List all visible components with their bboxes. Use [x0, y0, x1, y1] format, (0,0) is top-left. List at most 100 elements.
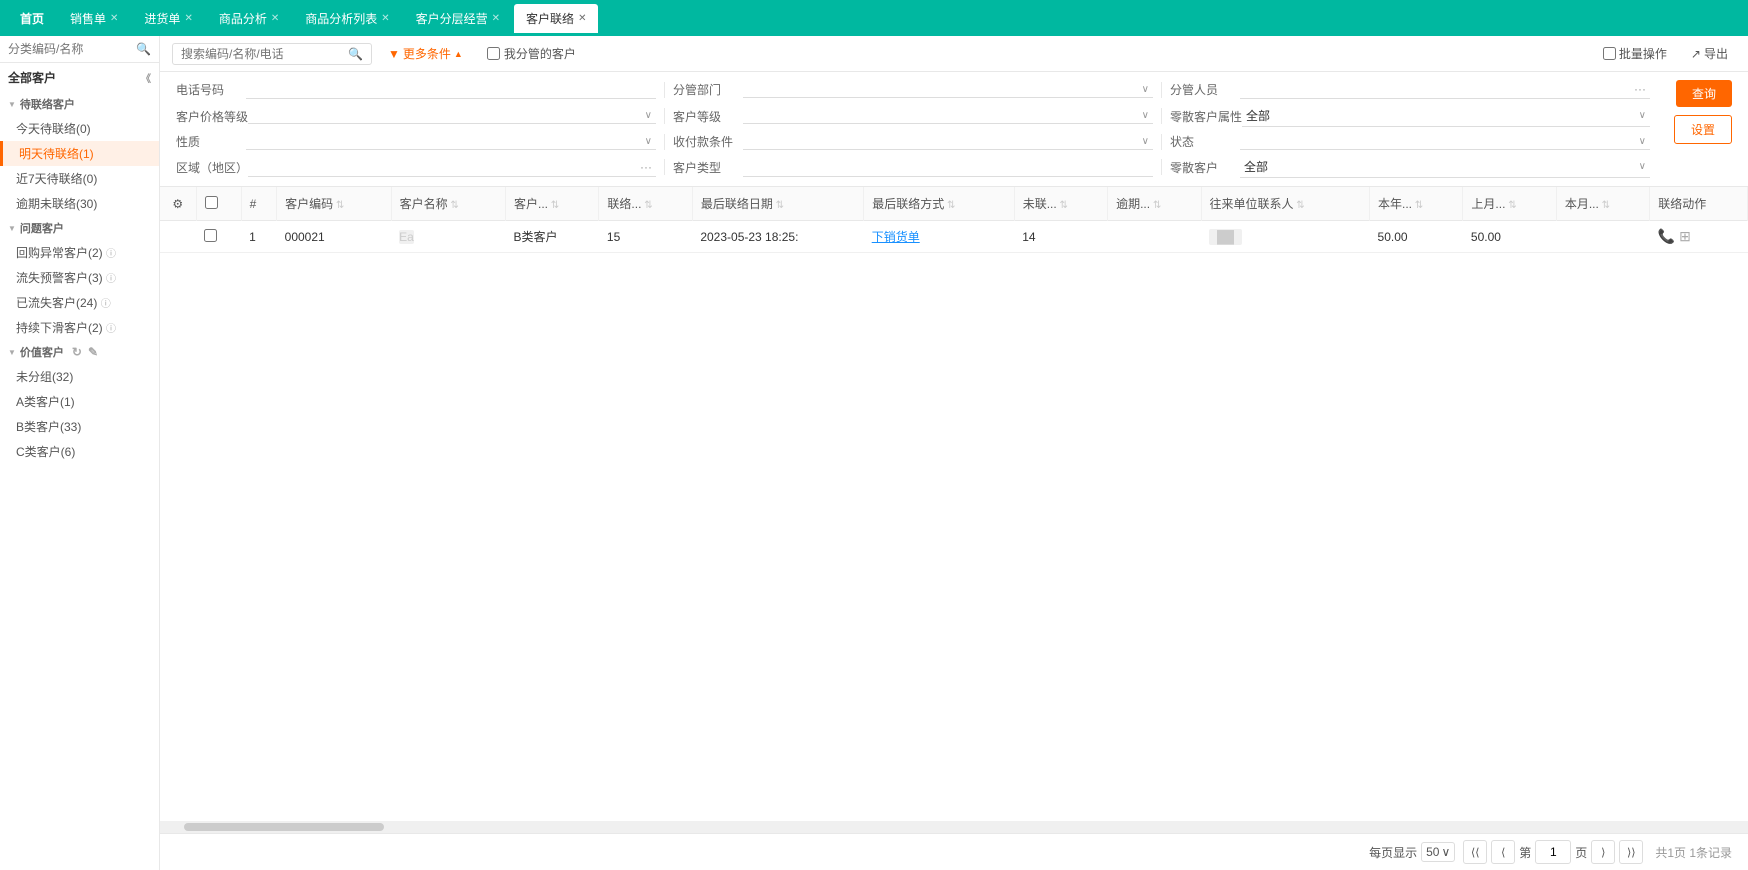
search-input[interactable] — [181, 47, 344, 61]
th-not-contacted[interactable]: 未联... — [1014, 187, 1107, 221]
th-overdue[interactable]: 逾期... — [1108, 187, 1201, 221]
sidebar-item-7days[interactable]: 近7天待联络(0) — [0, 166, 159, 191]
sidebar-search-input[interactable] — [8, 42, 132, 56]
scroll-thumb[interactable] — [184, 823, 384, 831]
close-icon[interactable]: ✕ — [492, 13, 500, 24]
group-problem-customers[interactable]: 问题客户 — [0, 216, 159, 240]
sidebar-item-overdue[interactable]: 逾期未联络(30) — [0, 191, 159, 216]
filter-row-1: 电话号码 分管部门 ∨ 分管人员 ·· — [176, 80, 1650, 99]
status-select[interactable]: ∨ — [1240, 134, 1650, 150]
nav-customer-layered[interactable]: 客户分层经营 ✕ — [404, 4, 512, 33]
payment-select[interactable]: ∨ — [743, 134, 1153, 150]
customer-type-input[interactable] — [743, 158, 1153, 177]
phone-input[interactable] — [246, 80, 656, 99]
my-customers-label: 我分管的客户 — [504, 45, 576, 62]
edit-icon[interactable]: ✎ — [88, 345, 98, 359]
close-icon[interactable]: ✕ — [381, 13, 389, 24]
search-icon[interactable]: 🔍 — [348, 47, 363, 61]
region-dots-btn[interactable]: ··· — [248, 158, 656, 177]
prev-page-btn[interactable]: ⟨ — [1491, 840, 1515, 864]
retail-customer-select[interactable]: 全部 ∨ — [1240, 156, 1650, 178]
pagination: ⟨⟨ ⟨ 第 页 ⟩ ⟩⟩ 共1页 1条记录 — [1463, 840, 1732, 864]
td-overdue — [1108, 221, 1201, 253]
my-customers-check[interactable]: 我分管的客户 — [487, 45, 576, 62]
nav-product-analysis-list[interactable]: 商品分析列表 ✕ — [293, 4, 401, 33]
td-not-contacted: 14 — [1014, 221, 1107, 253]
last-page-btn[interactable]: ⟩⟩ — [1619, 840, 1643, 864]
td-last-month: 50.00 — [1463, 221, 1556, 253]
retail-attr-value: 全部 — [1246, 107, 1270, 124]
chevron-down-icon: ∨ — [645, 136, 652, 147]
advanced-filter-panel: 电话号码 分管部门 ∨ 分管人员 ·· — [160, 72, 1748, 187]
export-icon: ↗ — [1691, 47, 1701, 61]
person-dots-btn[interactable]: ··· — [1240, 80, 1650, 99]
sidebar-item-tomorrow[interactable]: 明天待联络(1) — [0, 141, 159, 166]
sidebar-item-ungrouped[interactable]: 未分组(32) — [0, 364, 159, 389]
grid-action-icon[interactable]: ⊞ — [1679, 228, 1691, 245]
page-number-input[interactable] — [1535, 840, 1571, 864]
sidebar-item-abnormal-repurchase[interactable]: 回购异常客户(2) ⓘ — [0, 240, 159, 265]
th-this-month[interactable]: 本月... — [1556, 187, 1649, 221]
td-last-contact-method[interactable]: 下销货单 — [864, 221, 1014, 253]
dept-select[interactable]: ∨ — [743, 82, 1153, 98]
my-customers-checkbox[interactable] — [487, 47, 500, 60]
sidebar-item-class-b[interactable]: B类客户(33) — [0, 414, 159, 439]
nav-sales-order[interactable]: 销售单 ✕ — [58, 4, 130, 33]
group-pending-contact[interactable]: 待联络客户 — [0, 92, 159, 116]
select-all-checkbox[interactable] — [205, 196, 218, 209]
all-customers-header[interactable]: 全部客户 《 — [0, 63, 159, 92]
td-settings — [160, 221, 196, 253]
th-contacts[interactable]: 联络... — [599, 187, 692, 221]
th-settings[interactable]: ⚙ — [160, 187, 196, 221]
table-row: 1 000021 Ea B类客户 15 2023-05-23 18:25: 下销… — [160, 221, 1748, 253]
sidebar-item-class-c[interactable]: C类客户(6) — [0, 439, 159, 464]
chevron-down-icon: ∨ — [1639, 161, 1646, 172]
more-conditions-btn[interactable]: ▼ 更多条件 ▲ — [380, 42, 471, 65]
horizontal-scrollbar[interactable] — [160, 821, 1748, 833]
filter-field-price-level: 客户价格等级 ∨ — [176, 108, 656, 125]
th-customer-code[interactable]: 客户编码 — [277, 187, 391, 221]
th-customer-name[interactable]: 客户名称 — [391, 187, 505, 221]
sidebar-item-churn-warning[interactable]: 流失预警客户(3) ⓘ — [0, 265, 159, 290]
nav-home[interactable]: 首页 — [8, 4, 56, 33]
settings-button[interactable]: 设置 — [1674, 115, 1732, 144]
batch-checkbox[interactable] — [1603, 47, 1616, 60]
refresh-icon[interactable]: ↻ — [72, 345, 82, 359]
call-action-icon[interactable]: 📞 — [1658, 228, 1675, 245]
nature-select[interactable]: ∨ — [246, 134, 656, 150]
sidebar-item-churned[interactable]: 已流失客户(24) ⓘ — [0, 290, 159, 315]
group-value-customers[interactable]: 价值客户 ↻ ✎ — [0, 340, 159, 364]
th-customer-type[interactable]: 客户... — [506, 187, 599, 221]
td-last-contact-date: 2023-05-23 18:25: — [692, 221, 863, 253]
content-area: 🔍 ▼ 更多条件 ▲ 我分管的客户 批量操作 ↗ 导出 — [160, 36, 1748, 870]
retail-attr-select[interactable]: 全部 ∨ — [1242, 105, 1650, 127]
export-btn[interactable]: ↗ 导出 — [1683, 42, 1736, 65]
close-icon[interactable]: ✕ — [578, 13, 586, 24]
th-last-contact-method[interactable]: 最后联络方式 — [864, 187, 1014, 221]
nav-purchase-order[interactable]: 进货单 ✕ — [132, 4, 204, 33]
next-page-btn[interactable]: ⟩ — [1591, 840, 1615, 864]
sidebar-item-today[interactable]: 今天待联络(0) — [0, 116, 159, 141]
sidebar-item-declining[interactable]: 持续下滑客户(2) ⓘ — [0, 315, 159, 340]
last-contact-method-link[interactable]: 下销货单 — [872, 230, 920, 244]
query-button[interactable]: 查询 — [1676, 80, 1732, 107]
nav-customer-contact[interactable]: 客户联络 ✕ — [514, 4, 598, 33]
row-checkbox[interactable] — [204, 229, 217, 242]
th-last-contact-date[interactable]: 最后联络日期 — [692, 187, 863, 221]
th-last-month[interactable]: 上月... — [1463, 187, 1556, 221]
filter-field-customer-type: 客户类型 — [673, 158, 1153, 177]
first-page-btn[interactable]: ⟨⟨ — [1463, 840, 1487, 864]
per-page-select[interactable]: 50 ∨ — [1421, 842, 1455, 862]
sidebar-item-class-a[interactable]: A类客户(1) — [0, 389, 159, 414]
th-contacts-person[interactable]: 往来单位联系人 — [1201, 187, 1370, 221]
close-icon[interactable]: ✕ — [110, 13, 118, 24]
nav-product-analysis[interactable]: 商品分析 ✕ — [207, 4, 291, 33]
th-this-year[interactable]: 本年... — [1370, 187, 1463, 221]
close-icon[interactable]: ✕ — [184, 13, 192, 24]
price-level-select[interactable]: ∨ — [248, 108, 656, 124]
chevron-down-icon: ∨ — [645, 110, 652, 121]
customer-level-select[interactable]: ∨ — [743, 108, 1153, 124]
batch-action-btn[interactable]: 批量操作 — [1595, 42, 1675, 65]
sidebar-search-icon[interactable]: 🔍 — [136, 42, 151, 56]
close-icon[interactable]: ✕ — [271, 13, 279, 24]
